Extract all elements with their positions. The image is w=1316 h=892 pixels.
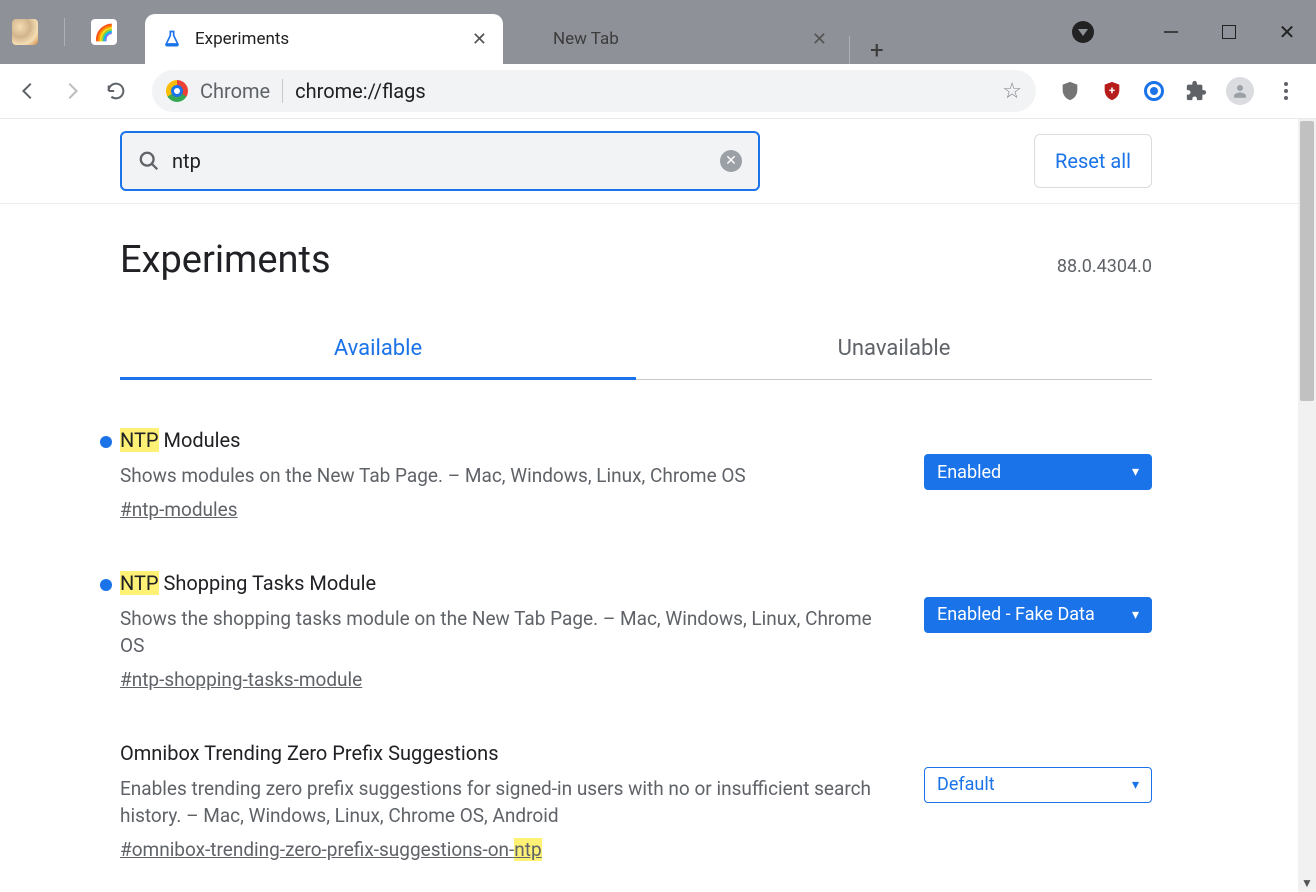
new-tab-button[interactable]: +	[870, 36, 884, 64]
forward-button[interactable]	[50, 69, 94, 113]
tab-new-tab[interactable]: New Tab ✕	[503, 14, 843, 64]
divider	[282, 79, 283, 103]
flag-id-link[interactable]: #omnibox-trending-zero-prefix-suggestion…	[120, 838, 542, 861]
flag-description: Shows the shopping tasks module on the N…	[120, 605, 894, 660]
search-flags-input-wrap[interactable]: ✕	[120, 131, 760, 191]
divider	[849, 36, 850, 64]
chrome-logo-icon	[166, 80, 188, 102]
flag-description: Shows modules on the New Tab Page. – Mac…	[120, 462, 894, 490]
window-minimize-button[interactable]	[1142, 0, 1200, 64]
chevron-down-icon: ▾	[1132, 777, 1139, 793]
extension-circle-icon[interactable]	[1142, 79, 1166, 103]
view-tabs: Available Unavailable	[120, 336, 1152, 380]
flag-state-select[interactable]: Enabled - Fake Data ▾	[924, 597, 1152, 633]
incognito-bubble-icon[interactable]	[1072, 21, 1094, 43]
search-highlight: NTP	[120, 428, 159, 452]
reload-button[interactable]	[94, 69, 138, 113]
search-icon	[138, 150, 160, 172]
flag-body: Omnibox Trending Zero Prefix Suggestions…	[120, 741, 894, 861]
flag-state-value: Enabled - Fake Data	[937, 604, 1095, 625]
tab-title: Experiments	[195, 29, 460, 49]
flag-state-select[interactable]: Default ▾	[924, 767, 1152, 803]
omnibox-origin-label: Chrome	[200, 79, 270, 103]
flag-description: Enables trending zero prefix suggestions…	[120, 775, 894, 830]
flag-body: NTP Shopping Tasks Module Shows the shopp…	[120, 571, 894, 691]
window-close-button[interactable]: ✕	[1258, 0, 1316, 64]
flag-row: NTP Shopping Tasks Module Shows the shopp…	[120, 571, 1152, 691]
clear-search-icon[interactable]: ✕	[720, 150, 742, 172]
flag-row: NTP Modules Shows modules on the New Tab …	[120, 428, 1152, 521]
pinned-app-icon-2[interactable]: 🌈	[91, 19, 117, 45]
adblock-shield-icon[interactable]: +	[1100, 79, 1124, 103]
tab-available[interactable]: Available	[120, 336, 636, 380]
page-viewport: ▼ ✕ Reset all Experiments 88.0.4304.0 Av…	[0, 119, 1316, 892]
toolbar: Chrome chrome://flags ☆ +	[0, 64, 1316, 119]
profile-avatar[interactable]	[1226, 77, 1254, 105]
flag-title: NTP Shopping Tasks Module	[120, 571, 894, 595]
chevron-down-icon: ▾	[1132, 464, 1139, 480]
svg-text:+: +	[1109, 84, 1115, 97]
modified-dot-icon	[100, 436, 112, 448]
chevron-down-icon: ▾	[1132, 607, 1139, 623]
search-flags-input[interactable]	[172, 149, 720, 173]
omnibox[interactable]: Chrome chrome://flags ☆	[152, 70, 1036, 112]
window-maximize-button[interactable]	[1200, 0, 1258, 64]
flag-body: NTP Modules Shows modules on the New Tab …	[120, 428, 894, 521]
tab-strip: Experiments ✕ New Tab ✕ +	[145, 0, 884, 64]
search-highlight: ntp	[514, 838, 541, 861]
flag-state-select[interactable]: Enabled ▾	[924, 454, 1152, 490]
titlebar: 🌈 Experiments ✕ New Tab ✕ + ✕	[0, 0, 1316, 64]
tab-experiments[interactable]: Experiments ✕	[145, 14, 503, 64]
flag-state-value: Default	[937, 774, 995, 795]
back-button[interactable]	[6, 69, 50, 113]
chrome-version: 88.0.4304.0	[1057, 256, 1152, 277]
search-highlight: NTP	[120, 571, 159, 595]
divider	[64, 18, 65, 46]
flag-state-value: Enabled	[937, 462, 1001, 483]
window-controls: ✕	[1072, 0, 1316, 64]
chrome-menu-button[interactable]	[1272, 82, 1300, 100]
close-icon[interactable]: ✕	[812, 29, 827, 50]
pinned-app-icon-1[interactable]	[12, 19, 38, 45]
ublock-shield-icon[interactable]	[1058, 79, 1082, 103]
page-title: Experiments	[120, 238, 331, 282]
flag-row: Omnibox Trending Zero Prefix Suggestions…	[120, 741, 1152, 861]
flag-id-link[interactable]: #ntp-modules	[120, 498, 238, 521]
tab-title: New Tab	[553, 29, 800, 49]
scrollbar-down-arrow[interactable]: ▼	[1298, 874, 1316, 892]
flags-header: ✕ Reset all	[0, 119, 1298, 204]
flag-title: NTP Modules	[120, 428, 894, 452]
modified-dot-icon	[100, 579, 112, 591]
blank-favicon	[519, 28, 541, 50]
scrollbar-thumb[interactable]	[1300, 121, 1314, 401]
scrollbar[interactable]: ▼	[1298, 119, 1316, 892]
omnibox-url: chrome://flags	[295, 79, 426, 103]
flag-id-link[interactable]: #ntp-shopping-tasks-module	[120, 668, 362, 691]
bookmark-star-icon[interactable]: ☆	[1002, 79, 1022, 104]
reset-all-button[interactable]: Reset all	[1034, 134, 1152, 188]
flags-list: NTP Modules Shows modules on the New Tab …	[120, 428, 1152, 861]
extensions-puzzle-icon[interactable]	[1184, 79, 1208, 103]
extension-icons: +	[1058, 77, 1300, 105]
tab-unavailable[interactable]: Unavailable	[636, 336, 1152, 380]
flag-title: Omnibox Trending Zero Prefix Suggestions	[120, 741, 894, 765]
flask-icon	[161, 28, 183, 50]
close-icon[interactable]: ✕	[472, 29, 487, 50]
pinned-app-icons: 🌈	[12, 18, 117, 46]
